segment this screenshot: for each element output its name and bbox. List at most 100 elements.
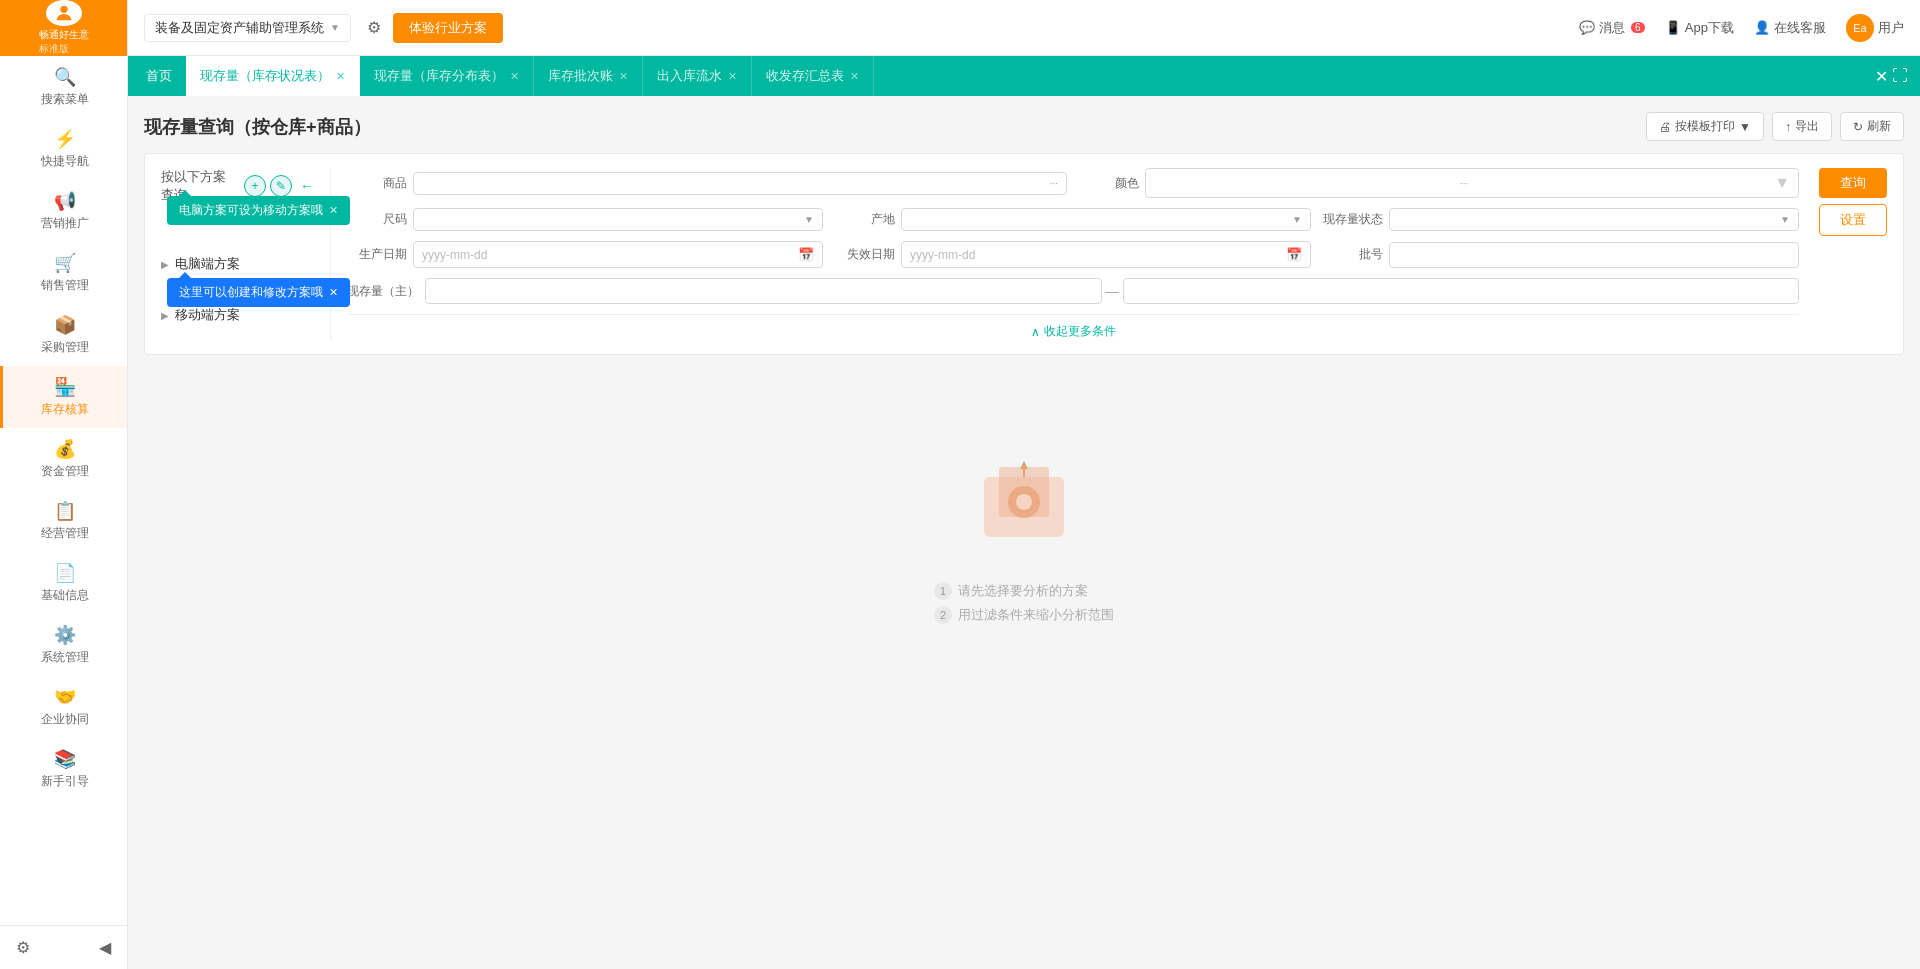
- svg-point-4: [1016, 494, 1032, 510]
- add-scheme-button[interactable]: +: [244, 175, 266, 197]
- collapse-label: 收起更多条件: [1044, 323, 1116, 340]
- sidebar-item-inventory[interactable]: 🏪 库存核算: [0, 366, 127, 428]
- inventory-status-select[interactable]: ▼: [1389, 208, 1799, 231]
- tab-label: 库存批次账: [548, 67, 613, 85]
- phone-icon: 📱: [1665, 20, 1681, 35]
- operation-icon: 📋: [54, 500, 76, 522]
- logo-icon: [46, 0, 82, 26]
- color-select[interactable]: ··· ▼: [1145, 168, 1799, 198]
- chevron-down-icon: ▼: [804, 214, 814, 225]
- expiry-date-label: 失效日期: [835, 246, 895, 263]
- printer-icon: 🖨: [1659, 120, 1671, 134]
- tab-expand-icon[interactable]: ⛶: [1892, 67, 1908, 85]
- query-button[interactable]: 查询: [1819, 168, 1887, 198]
- goods-select[interactable]: ···: [413, 172, 1067, 195]
- inventory-main-range: —: [425, 278, 1799, 304]
- expand-icon: ▶: [161, 310, 169, 321]
- tab-close-icon[interactable]: ✕: [850, 70, 859, 83]
- tab-close-all-icon[interactable]: ✕: [1875, 67, 1888, 86]
- arrow-left-icon[interactable]: ←: [296, 175, 318, 197]
- tab-close-icon[interactable]: ✕: [510, 70, 519, 83]
- collapse-trigger[interactable]: ∧ 收起更多条件: [1031, 323, 1116, 340]
- sidebar-item-marketing[interactable]: 📢 营销推广: [0, 180, 127, 242]
- sidebar-item-enterprise[interactable]: 🤝 企业协同: [0, 676, 127, 738]
- origin-label: 产地: [835, 211, 895, 228]
- tab-inventory-dist[interactable]: 现存量（库存分布表） ✕: [360, 56, 534, 96]
- trial-button[interactable]: 体验行业方案: [393, 13, 503, 43]
- export-button[interactable]: ↑ 导出: [1772, 112, 1832, 141]
- system-name: 装备及固定资产辅助管理系统: [155, 19, 324, 37]
- tooltip-close-icon[interactable]: ✕: [329, 286, 338, 299]
- sidebar-item-search[interactable]: 🔍 搜索菜单: [0, 56, 127, 118]
- logo-text: 畅通好生意 标准版: [39, 28, 89, 56]
- size-label: 尺码: [347, 211, 407, 228]
- message-item[interactable]: 💬 消息 6: [1579, 19, 1645, 37]
- collapse-icon[interactable]: ◀: [99, 938, 111, 957]
- app-download-item[interactable]: 📱 App下载: [1665, 19, 1734, 37]
- expiry-date-input[interactable]: yyyy-mm-dd 📅: [901, 241, 1311, 268]
- user-item[interactable]: Ea 用户: [1846, 14, 1904, 42]
- hint-text-1: 请先选择要分析的方案: [958, 582, 1088, 600]
- tab-close-icon[interactable]: ✕: [728, 70, 737, 83]
- chevron-down-icon: ▼: [1780, 214, 1790, 225]
- chevron-down-icon: ▼: [1292, 214, 1302, 225]
- goods-label: 商品: [347, 175, 407, 192]
- query-buttons: 查询 设置: [1819, 168, 1887, 340]
- expiry-date-placeholder: yyyy-mm-dd: [910, 248, 975, 262]
- print-template-button[interactable]: 🖨 按模板打印 ▼: [1646, 112, 1764, 141]
- tab-close-icon[interactable]: ✕: [619, 70, 628, 83]
- gear-icon[interactable]: ⚙: [367, 18, 381, 37]
- size-select[interactable]: ▼: [413, 208, 823, 231]
- sidebar-item-basic-info[interactable]: 📄 基础信息: [0, 552, 127, 614]
- settings-icon[interactable]: ⚙: [16, 938, 30, 957]
- sidebar-item-system[interactable]: ⚙️ 系统管理: [0, 614, 127, 676]
- hint-number-1: 1: [934, 582, 952, 600]
- page-title-row: 现存量查询（按仓库+商品） 🖨 按模板打印 ▼ ↑ 导出 ↻ 刷新: [144, 112, 1904, 141]
- online-service-item[interactable]: 👤 在线客服: [1754, 19, 1826, 37]
- tooltip-text: 电脑方案可设为移动方案哦: [179, 202, 323, 219]
- origin-select[interactable]: ▼: [901, 208, 1311, 231]
- prod-date-input[interactable]: yyyy-mm-dd 📅: [413, 241, 823, 268]
- scheme-group-label: 电脑端方案: [175, 255, 240, 273]
- sidebar-item-purchase[interactable]: 📦 采购管理: [0, 304, 127, 366]
- tab-close-icon[interactable]: ✕: [336, 70, 345, 83]
- reset-button[interactable]: 设置: [1819, 204, 1887, 236]
- sidebar-item-operation[interactable]: 📋 经营管理: [0, 490, 127, 552]
- sidebar-item-quick-nav[interactable]: ⚡ 快捷导航: [0, 118, 127, 180]
- filter-cell-inventory-status: 现存量状态 ▼: [1323, 208, 1799, 231]
- tooltip-close-icon[interactable]: ✕: [329, 204, 338, 217]
- edit-scheme-button[interactable]: ✎: [270, 175, 292, 197]
- sidebar-item-label: 快捷导航: [41, 153, 89, 170]
- batch-no-input[interactable]: [1389, 242, 1799, 268]
- svg-point-0: [60, 6, 67, 13]
- tab-batch-ledger[interactable]: 库存批次账 ✕: [534, 56, 643, 96]
- sidebar-item-label: 销售管理: [41, 277, 89, 294]
- refresh-button[interactable]: ↻ 刷新: [1840, 112, 1904, 141]
- sidebar-footer: ⚙ ◀: [0, 925, 127, 969]
- tab-inventory-status[interactable]: 现存量（库存状况表） ✕: [186, 56, 360, 96]
- inventory-main-max-input[interactable]: [1123, 278, 1800, 304]
- sidebar-item-label: 采购管理: [41, 339, 89, 356]
- filter-row-4: 现存量（主） —: [347, 278, 1799, 304]
- system-selector[interactable]: 装备及固定资产辅助管理系统 ▼: [144, 14, 351, 42]
- message-badge: 6: [1631, 22, 1645, 33]
- sidebar-item-finance[interactable]: 💰 资金管理: [0, 428, 127, 490]
- tabs-end-icons: ✕ ⛶: [1867, 67, 1916, 86]
- filter-cell-prod-date: 生产日期 yyyy-mm-dd 📅: [347, 241, 823, 268]
- tab-collect-summary[interactable]: 收发存汇总表 ✕: [752, 56, 874, 96]
- chevron-down-icon: ···: [1460, 178, 1468, 189]
- filter-cell-size: 尺码 ▼: [347, 208, 823, 231]
- batch-no-label: 批号: [1323, 246, 1383, 263]
- tab-in-out-flow[interactable]: 出入库流水 ✕: [643, 56, 752, 96]
- tooltip-text: 这里可以创建和修改方案哦: [179, 284, 323, 301]
- tabs-bar: 首页 现存量（库存状况表） ✕ 现存量（库存分布表） ✕ 库存批次账 ✕ 出入库…: [128, 56, 1920, 96]
- empty-hint-1: 1 请先选择要分析的方案: [934, 582, 1114, 600]
- sidebar-item-sales[interactable]: 🛒 销售管理: [0, 242, 127, 304]
- sidebar-item-label: 搜索菜单: [41, 91, 89, 108]
- sidebar-item-label: 库存核算: [41, 401, 89, 418]
- sidebar-nav: 🔍 搜索菜单 ⚡ 快捷导航 📢 营销推广 🛒 销售管理 📦 采购管理 🏪 库存核…: [0, 56, 127, 925]
- inventory-main-min-input[interactable]: [425, 278, 1102, 304]
- sidebar-item-guide[interactable]: 📚 新手引导: [0, 738, 127, 800]
- service-icon: 👤: [1754, 20, 1770, 35]
- tab-home[interactable]: 首页: [132, 67, 186, 85]
